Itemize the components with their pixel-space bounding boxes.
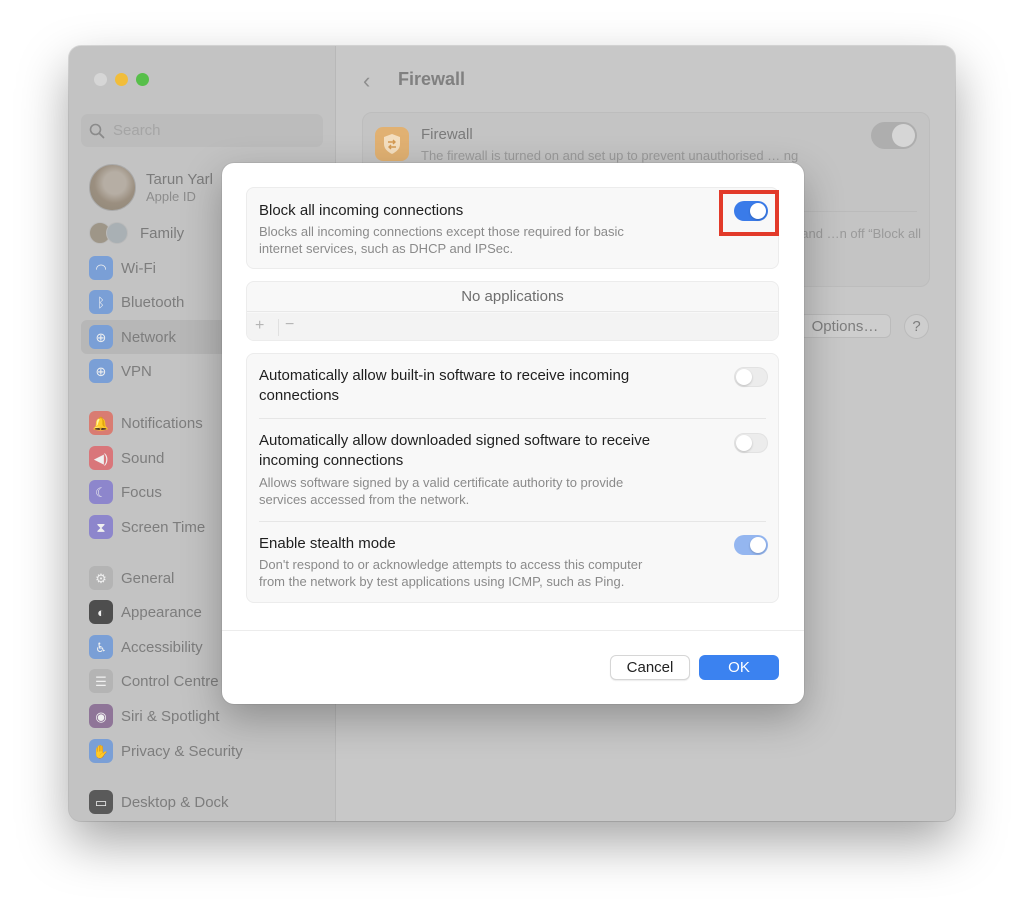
- sidebar-item-siri-spotlight[interactable]: ◉ Siri & Spotlight: [81, 699, 337, 733]
- search-field[interactable]: Search: [81, 114, 323, 147]
- sidebar-item-label: Network: [121, 328, 177, 346]
- profile-name: Tarun Yarl: [146, 171, 213, 188]
- signed-desc-line1: Allows software signed by a valid certif…: [259, 475, 624, 490]
- help-button[interactable]: ?: [904, 314, 929, 339]
- gear-icon: ⚙: [89, 566, 113, 590]
- close-window-button[interactable]: [94, 73, 107, 86]
- traffic-lights: [94, 73, 149, 86]
- builtin-software-toggle[interactable]: [734, 367, 768, 387]
- bluetooth-icon: ᛒ: [89, 290, 113, 314]
- sidebar-item-label: Appearance: [121, 603, 202, 621]
- accessibility-icon: ♿: [89, 635, 113, 659]
- highlight-annotation-box: [719, 190, 779, 236]
- wifi-icon: ◠: [89, 256, 113, 280]
- sidebar-item-label: Control Centre: [121, 672, 219, 690]
- divider: [222, 630, 804, 631]
- siri-icon: ◉: [89, 704, 113, 728]
- sidebar-item-label: VPN: [121, 362, 152, 380]
- firewall-shield-icon: [375, 127, 409, 161]
- hand-icon: ✋: [89, 739, 113, 763]
- sidebar-item-label: Privacy & Security: [121, 742, 243, 760]
- minimize-window-button[interactable]: [115, 73, 128, 86]
- block-all-group: Block all incoming connections Blocks al…: [246, 187, 779, 269]
- appearance-icon: ◐: [89, 600, 113, 624]
- apple-id-profile[interactable]: Tarun Yarl Apple ID: [89, 164, 213, 211]
- no-applications-text: No applications: [247, 282, 778, 312]
- sidebar-item-label: Focus: [121, 483, 162, 501]
- stealth-mode-toggle[interactable]: [734, 535, 768, 555]
- back-chevron-icon[interactable]: ‹: [363, 68, 370, 94]
- cancel-button[interactable]: Cancel: [610, 655, 690, 680]
- search-placeholder: Search: [113, 122, 161, 139]
- block-all-title: Block all incoming connections: [259, 202, 464, 219]
- add-application-button[interactable]: +: [255, 317, 264, 335]
- stealth-desc-line2: from the network by test applications us…: [259, 574, 625, 589]
- divider: [259, 418, 766, 419]
- divider: [278, 319, 279, 336]
- remove-application-button[interactable]: −: [285, 316, 294, 334]
- sidebar-item-label: Bluetooth: [121, 293, 185, 311]
- firewall-title: Firewall: [421, 126, 473, 143]
- sidebar-item-desktop-dock[interactable]: ▭ Desktop & Dock: [81, 785, 337, 819]
- sidebar-item-label: Wi-Fi: [121, 259, 156, 277]
- family-label: Family: [140, 224, 185, 242]
- sidebar-item-privacy-security[interactable]: ✋ Privacy & Security: [81, 734, 337, 768]
- options-button[interactable]: Options…: [799, 314, 891, 338]
- globe-icon: ⊕: [89, 325, 113, 349]
- list-toolbar: + −: [247, 313, 778, 340]
- moon-icon: ☾: [89, 480, 113, 504]
- control-centre-icon: ☰: [89, 669, 113, 693]
- maximize-window-button[interactable]: [136, 73, 149, 86]
- family-avatars: [89, 222, 128, 244]
- profile-subtitle: Apple ID: [146, 189, 196, 204]
- sidebar-item-label: Accessibility: [121, 638, 203, 656]
- hourglass-icon: ⧗: [89, 515, 113, 539]
- signed-title-line2: incoming connections: [259, 452, 404, 469]
- avatar: [89, 164, 136, 211]
- sidebar-item-label: General: [121, 569, 175, 587]
- signed-title-line1: Automatically allow downloaded signed so…: [259, 432, 651, 449]
- stealth-desc-line1: Don't respond to or acknowledge attempts…: [259, 557, 643, 572]
- page-title: Firewall: [398, 69, 466, 89]
- sidebar-item-label: Desktop & Dock: [121, 793, 229, 811]
- speaker-icon: ◀): [89, 446, 113, 470]
- ok-button[interactable]: OK: [699, 655, 779, 680]
- sidebar-item-label: Notifications: [121, 414, 203, 432]
- signed-software-toggle[interactable]: [734, 433, 768, 453]
- vpn-globe-icon: ⊕: [89, 359, 113, 383]
- block-all-desc-line2: internet services, such as DHCP and IPSe…: [259, 241, 514, 256]
- divider: [259, 521, 766, 522]
- sidebar-item-label: Sound: [121, 449, 165, 467]
- firewall-toggle[interactable]: [871, 122, 917, 149]
- sidebar-item-label: Screen Time: [121, 518, 206, 536]
- search-icon: [89, 123, 105, 138]
- family-item[interactable]: Family: [89, 222, 184, 244]
- stealth-title: Enable stealth mode: [259, 535, 396, 552]
- desktop-dock-icon: ▭: [89, 790, 113, 814]
- sidebar-item-label: Siri & Spotlight: [121, 707, 220, 725]
- settings-group: Automatically allow built-in software to…: [246, 353, 779, 603]
- bell-icon: 🔔: [89, 411, 113, 435]
- applications-list: No applications + −: [246, 281, 779, 341]
- builtin-title-line1: Automatically allow built-in software to…: [259, 367, 630, 384]
- block-all-desc-line1: Blocks all incoming connections except t…: [259, 224, 624, 239]
- builtin-title-line2: connections: [259, 387, 340, 404]
- firewall-options-sheet: Block all incoming connections Blocks al…: [222, 163, 804, 704]
- signed-desc-line2: services accessed from the network.: [259, 492, 470, 507]
